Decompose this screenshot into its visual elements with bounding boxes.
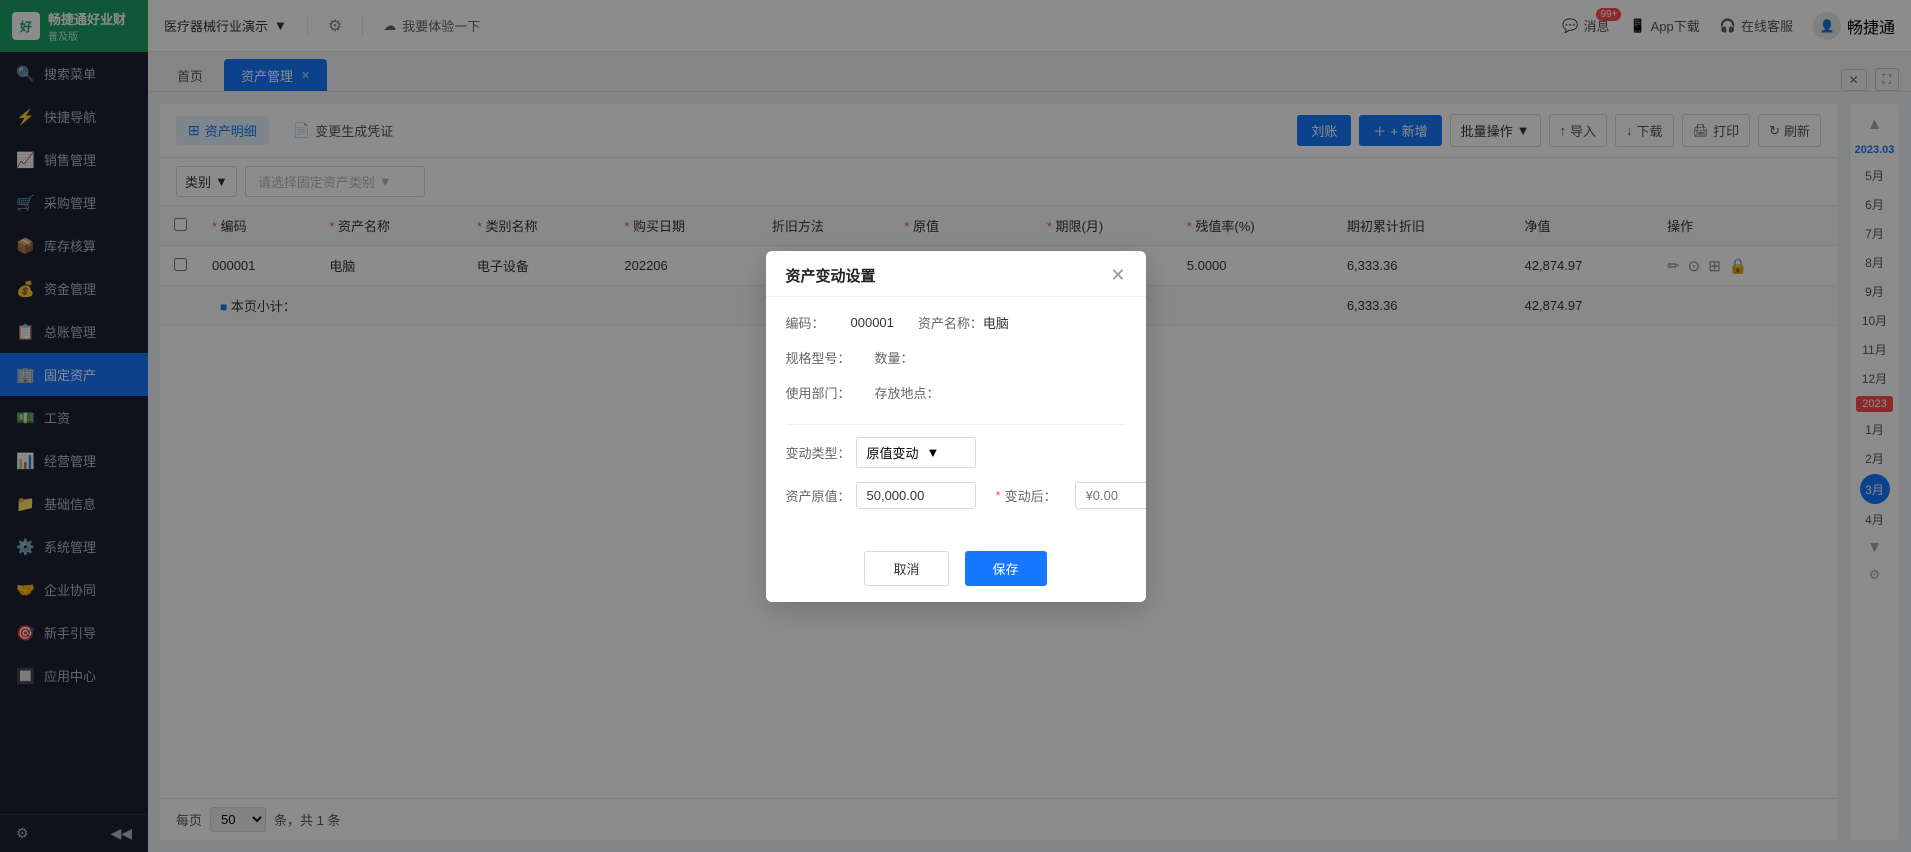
save-button[interactable]: 保存 xyxy=(965,551,1047,586)
dialog-body: 编码： 000001 资产名称： 电脑 规格型号： 数量： xyxy=(766,297,1146,539)
code-value: 000001 xyxy=(851,315,894,330)
asset-name-label: 资产名称： xyxy=(918,313,983,332)
dialog-close-button[interactable]: ✕ xyxy=(1110,265,1125,286)
dialog-spec-row: 规格型号： xyxy=(786,348,851,367)
change-type-row: 变动类型： 原值变动 ▼ xyxy=(786,437,1126,468)
dialog-code-row: 编码： 000001 xyxy=(786,313,894,332)
dialog-divider xyxy=(786,424,1126,425)
storage-label: 存放地点： xyxy=(875,383,940,402)
quantity-label: 数量： xyxy=(875,348,940,367)
required-star: * xyxy=(996,488,1001,503)
dialog-title: 资产变动设置 xyxy=(786,265,876,286)
chevron-down-icon: ▼ xyxy=(927,445,940,460)
change-type-label: 变动类型： xyxy=(786,443,856,462)
dialog-storage-row: 存放地点： xyxy=(875,383,940,402)
original-value-display: 50,000.00 xyxy=(856,482,976,509)
department-label: 使用部门： xyxy=(786,383,851,402)
code-label: 编码： xyxy=(786,313,851,332)
spec-label: 规格型号： xyxy=(786,348,851,367)
dialog-asset-name-row: 资产名称： 电脑 xyxy=(918,313,1009,332)
asset-name-value: 电脑 xyxy=(983,313,1009,332)
dialog-footer: 取消 保存 xyxy=(766,539,1146,602)
original-value-row: 资产原值： 50,000.00 * 变动后： xyxy=(786,482,1126,509)
dialog-quantity-row: 数量： xyxy=(875,348,940,367)
after-change-label: 变动后： xyxy=(1005,486,1075,505)
asset-change-dialog: 资产变动设置 ✕ 编码： 000001 资产名称： 电脑 规格型号： xyxy=(766,251,1146,602)
dialog-overlay[interactable]: 资产变动设置 ✕ 编码： 000001 资产名称： 电脑 规格型号： xyxy=(0,0,1911,852)
change-type-select[interactable]: 原值变动 ▼ xyxy=(856,437,976,468)
after-change-input[interactable] xyxy=(1075,482,1146,509)
cancel-button[interactable]: 取消 xyxy=(864,551,948,586)
original-value-label: 资产原值： xyxy=(786,486,856,505)
dialog-header: 资产变动设置 ✕ xyxy=(766,251,1146,297)
dialog-department-row: 使用部门： xyxy=(786,383,851,402)
change-type-value: 原值变动 xyxy=(867,443,919,462)
